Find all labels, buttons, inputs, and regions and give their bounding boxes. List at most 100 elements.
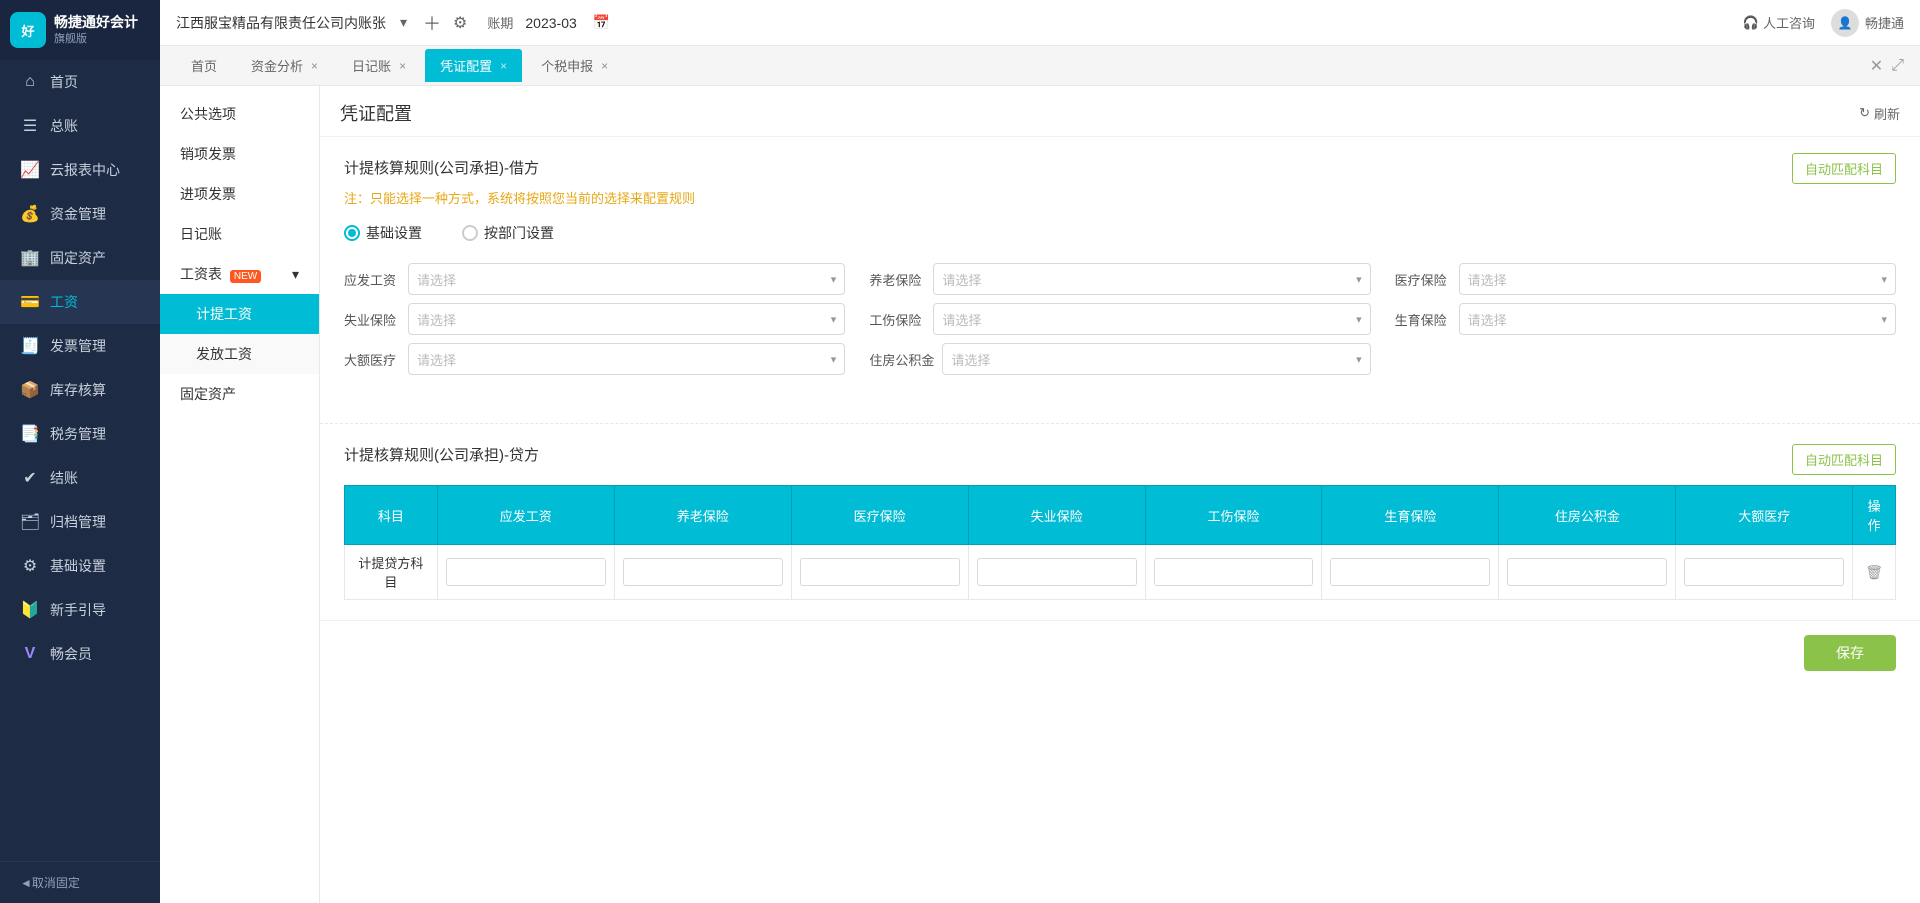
select-gongshang[interactable]: 请选择 ▾ [933, 303, 1370, 335]
calendar-icon[interactable]: 📅 [593, 14, 610, 31]
left-menu-sales[interactable]: 销项发票 [160, 134, 319, 174]
form-yiliao: 医疗保险 请选择 ▾ [1395, 263, 1896, 295]
th-zhufang: 住房公积金 [1499, 486, 1676, 545]
label-yanglao: 养老保险 [869, 270, 925, 289]
tab-home[interactable]: 首页 [176, 49, 232, 82]
radio-basic-circle [344, 225, 360, 241]
add-company-btn[interactable]: ＋ [423, 10, 441, 36]
sidebar-item-vip[interactable]: V 畅会员 [0, 632, 160, 676]
radio-basic[interactable]: 基础设置 [344, 223, 422, 243]
delete-row-icon[interactable]: 🗑 [1865, 564, 1883, 580]
user-menu[interactable]: 👤 畅捷通 [1831, 9, 1904, 37]
sidebar-item-ledger[interactable]: ☰ 总账 [0, 104, 160, 148]
input-credit-gongshang[interactable] [1154, 558, 1314, 586]
radio-dept[interactable]: 按部门设置 [462, 223, 554, 243]
select-daeyiliao[interactable]: 请选择 ▾ [408, 343, 845, 375]
right-content: 凭证配置 ↻ 刷新 计提核算规则(公司承担)-借方 注：只能选择一种方式，系统将… [320, 86, 1920, 903]
select-yiliao[interactable]: 请选择 ▾ [1459, 263, 1896, 295]
archive-icon: 🗂 [20, 512, 40, 532]
input-credit-yanglao[interactable] [623, 558, 783, 586]
company-dropdown-icon[interactable]: ▾ [400, 14, 407, 31]
td-yingfa [437, 545, 614, 600]
period-value: 2023-03 [525, 15, 576, 31]
radio-dept-circle [462, 225, 478, 241]
input-credit-daeyiliao[interactable] [1684, 558, 1844, 586]
refresh-btn[interactable]: ↻ 刷新 [1859, 104, 1900, 123]
left-menu-public[interactable]: 公共选项 [160, 94, 319, 134]
input-credit-yiliao[interactable] [800, 558, 960, 586]
sidebar-item-assets[interactable]: 🏢 固定资产 [0, 236, 160, 280]
input-credit-yingfa[interactable] [446, 558, 606, 586]
label-daeyiliao: 大额医疗 [344, 350, 400, 369]
save-button[interactable]: 保存 [1804, 635, 1896, 671]
close-all-btn[interactable]: ✕ [1870, 56, 1883, 76]
left-menu-salary-group[interactable]: 工资表 NEW ▾ [160, 254, 319, 294]
sidebar: 好 畅捷通好会计 旗舰版 ⌂ 首页 ☰ 总账 📈 云报表中心 💰 资金管理 🏢 … [0, 0, 160, 903]
tab-journal[interactable]: 日记账 × [337, 49, 421, 82]
form-yanglao: 养老保险 请选择 ▾ [869, 263, 1370, 295]
input-credit-shiye[interactable] [977, 558, 1137, 586]
sidebar-item-closing[interactable]: ✔ 结账 [0, 456, 160, 500]
radio-basic-dot [348, 229, 356, 237]
tab-tax[interactable]: 个税申报 × [526, 49, 623, 82]
settings-icon[interactable]: ⚙ [453, 13, 467, 33]
left-menu-purchase[interactable]: 进项发票 [160, 174, 319, 214]
sidebar-item-inventory[interactable]: 📦 库存核算 [0, 368, 160, 412]
tab-close-journal[interactable]: × [399, 59, 406, 73]
select-yanglao[interactable]: 请选择 ▾ [933, 263, 1370, 295]
select-zhufang[interactable]: 请选择 ▾ [942, 343, 1370, 375]
cancel-fixed-label: ◄取消固定 [20, 874, 80, 891]
select-yingfa[interactable]: 请选择 ▾ [408, 263, 845, 295]
debit-section-title: 计提核算规则(公司承担)-借方 [344, 157, 1896, 178]
left-menu-pay[interactable]: 发放工资 [160, 334, 319, 374]
input-credit-zhufang[interactable] [1507, 558, 1667, 586]
consult-btn[interactable]: 🎧 人工咨询 [1743, 13, 1815, 32]
sidebar-item-reports[interactable]: 📈 云报表中心 [0, 148, 160, 192]
tabbar: 首页 资金分析 × 日记账 × 凭证配置 × 个税申报 × ✕ ⤢ [160, 46, 1920, 86]
sidebar-item-archive[interactable]: 🗂 归档管理 [0, 500, 160, 544]
th-shiye: 失业保险 [968, 486, 1145, 545]
sidebar-item-fund[interactable]: 💰 资金管理 [0, 192, 160, 236]
sidebar-item-tax[interactable]: 📑 税务管理 [0, 412, 160, 456]
select-shiye[interactable]: 请选择 ▾ [408, 303, 845, 335]
input-credit-shengyu[interactable] [1330, 558, 1490, 586]
th-action: 操作 [1853, 486, 1896, 545]
cancel-fixed-btn[interactable]: ◄取消固定 [0, 861, 160, 903]
sidebar-item-home[interactable]: ⌂ 首页 [0, 60, 160, 104]
select-shengyu[interactable]: 请选择 ▾ [1459, 303, 1896, 335]
tab-close-fund[interactable]: × [311, 59, 318, 73]
logo-icon: 好 [10, 12, 46, 48]
debit-auto-match-btn[interactable]: 自动匹配科目 [1792, 153, 1896, 184]
credit-table: 科目 应发工资 养老保险 医疗保险 失业保险 工伤保险 生育保险 住房公积金 大… [344, 485, 1896, 600]
form-empty [1395, 343, 1896, 375]
tab-close-tax[interactable]: × [601, 59, 608, 73]
sidebar-item-invoice[interactable]: 🧾 发票管理 [0, 324, 160, 368]
maximize-btn[interactable]: ⤢ [1891, 57, 1904, 75]
th-subject: 科目 [345, 486, 438, 545]
form-yingfa: 应发工资 请选择 ▾ [344, 263, 845, 295]
sidebar-item-salary[interactable]: 💳 工资 [0, 280, 160, 324]
sidebar-item-basic[interactable]: ⚙ 基础设置 [0, 544, 160, 588]
chevron-down-icon: ▾ [1356, 353, 1362, 366]
tab-close-voucher[interactable]: × [500, 59, 507, 73]
sidebar-item-guide[interactable]: 🔰 新手引导 [0, 588, 160, 632]
tab-fund[interactable]: 资金分析 × [236, 49, 333, 82]
left-menu-fixed-assets[interactable]: 固定资产 [160, 374, 319, 414]
form-zhufang: 住房公积金 请选择 ▾ [869, 343, 1370, 375]
label-zhufang: 住房公积金 [869, 350, 934, 369]
chevron-down-icon: ▾ [831, 273, 837, 286]
chevron-down-icon: ▾ [831, 353, 837, 366]
reports-icon: 📈 [20, 160, 40, 180]
page-title: 凭证配置 [340, 100, 412, 126]
tab-voucher[interactable]: 凭证配置 × [425, 49, 522, 82]
ledger-icon: ☰ [20, 116, 40, 136]
credit-auto-match-btn[interactable]: 自动匹配科目 [1792, 444, 1896, 475]
td-yiliao [791, 545, 968, 600]
tax-icon: 📑 [20, 424, 40, 444]
credit-section: 计提核算规则(公司承担)-贷方 自动匹配科目 科目 应发工资 养老保险 医疗保险… [320, 444, 1920, 620]
form-shengyu: 生育保险 请选择 ▾ [1395, 303, 1896, 335]
left-menu-journal[interactable]: 日记账 [160, 214, 319, 254]
th-shengyu: 生育保险 [1322, 486, 1499, 545]
sidebar-logo: 好 畅捷通好会计 旗舰版 [0, 0, 160, 60]
left-menu-accrue[interactable]: 计提工资 [160, 294, 319, 334]
